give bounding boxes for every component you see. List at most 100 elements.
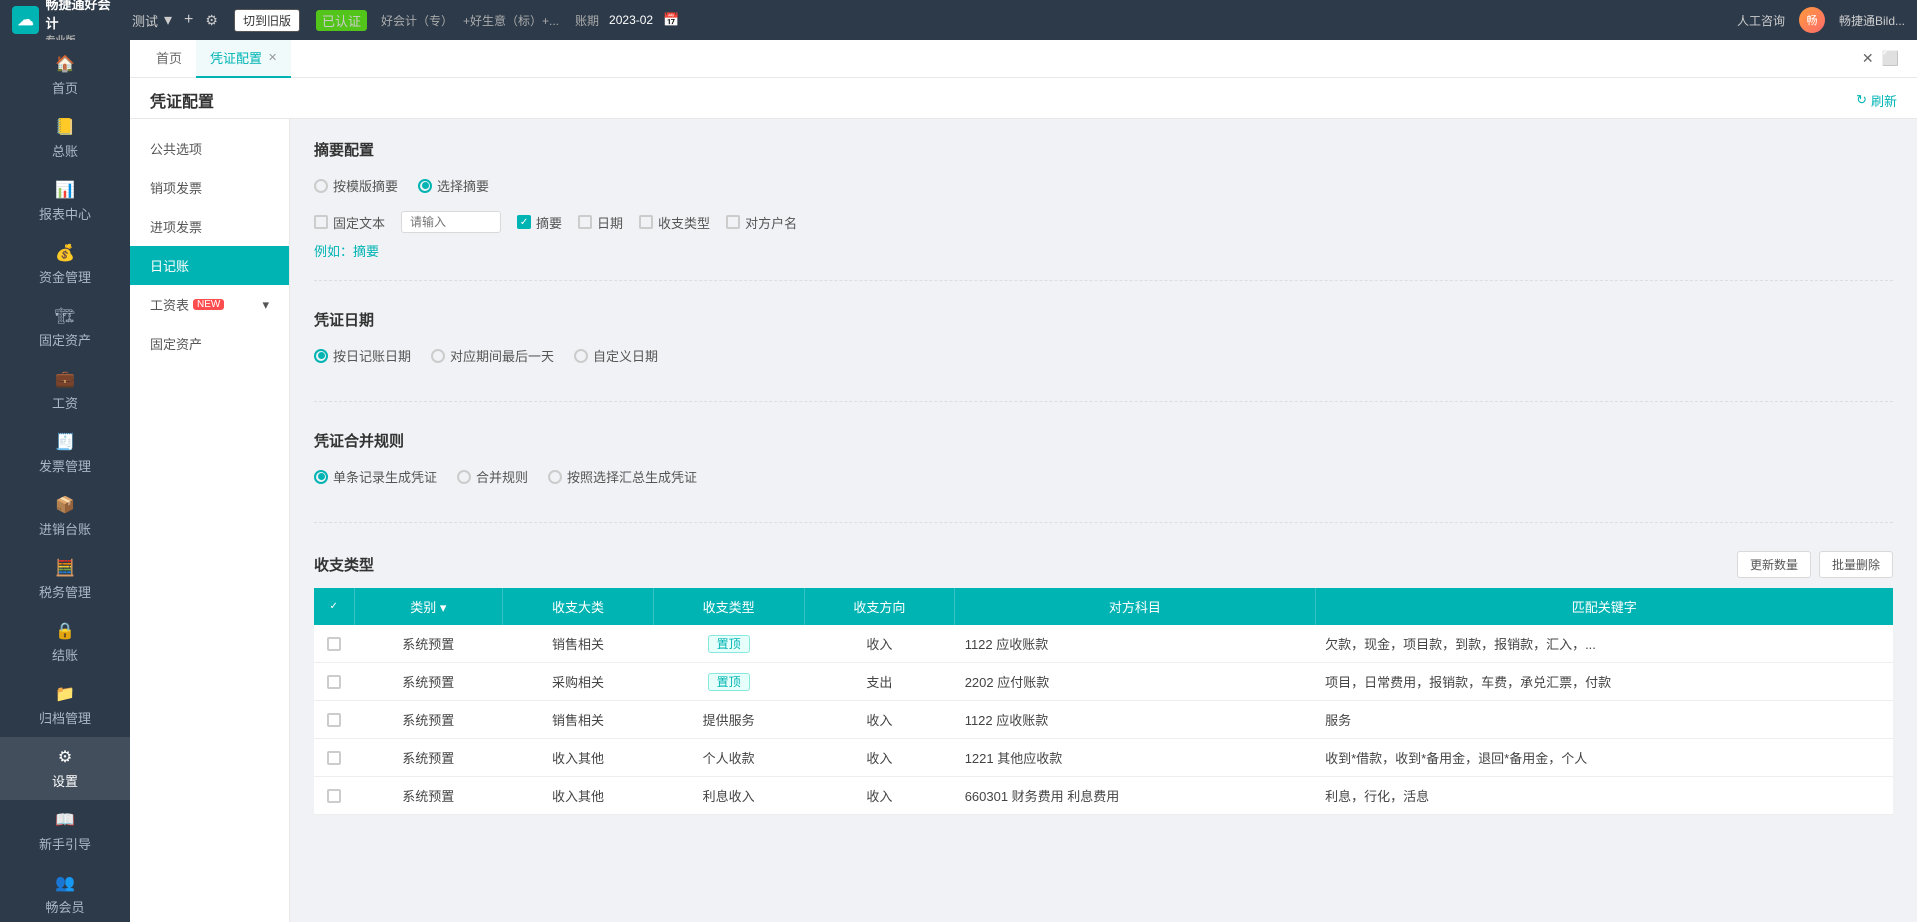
page-header: 凭证配置 ↻ 刷新: [130, 78, 1917, 119]
voucher-date-section: 凭证日期 按日记账日期 对应期间最后一天 自定义日期: [314, 309, 1893, 402]
sidebar-item-invoice-mgmt[interactable]: 🧾 发票管理: [0, 422, 130, 485]
sidebar-item-archive[interactable]: 📁 归档管理: [0, 674, 130, 737]
radio-merge[interactable]: 合并规则: [457, 467, 528, 486]
window-maximize-icon[interactable]: ⬜: [1882, 50, 1899, 67]
sidebar-label-ledger: 总账: [52, 141, 78, 160]
sidebar-item-member[interactable]: 👥 畅会员: [0, 863, 130, 922]
payroll-expand-icon: ▾: [262, 297, 269, 313]
sidebar-label-reports: 报表中心: [39, 204, 91, 223]
radio-circle-period-last: [431, 349, 445, 363]
income-type-section: 收支类型 更新数量 批量删除 ✓: [314, 551, 1893, 815]
accounting-label: 好会计（专）: [381, 12, 453, 29]
calendar-icon[interactable]: 📅: [663, 12, 679, 28]
checkbox-type[interactable]: 收支类型: [639, 213, 710, 232]
row-check-1[interactable]: [327, 675, 341, 689]
sidebar-item-settings[interactable]: ⚙ 设置: [0, 737, 130, 800]
checkbox-label-type: 收支类型: [658, 213, 710, 232]
row-major-3: 收入其他: [503, 739, 654, 777]
ledger-icon: 📒: [55, 117, 75, 137]
switch-version-btn[interactable]: 切到旧版: [234, 9, 300, 32]
window-close-icon[interactable]: ✕: [1862, 50, 1874, 67]
row-checkbox-1[interactable]: [314, 663, 354, 701]
nav-item-fixed-assets[interactable]: 固定资产: [130, 324, 289, 363]
nav-label-purchase-invoice: 进项发票: [150, 217, 202, 236]
fixed-text-input[interactable]: [401, 211, 501, 233]
refresh-button[interactable]: ↻ 刷新: [1856, 91, 1897, 110]
checkbox-summary[interactable]: ✓ 摘要: [517, 213, 562, 232]
sidebar-item-guide[interactable]: 📖 新手引导: [0, 800, 130, 863]
radio-label-period-last: 对应期间最后一天: [450, 346, 554, 365]
col-account-label: 对方科目: [1109, 600, 1161, 615]
radio-select-summary[interactable]: 选择摘要: [418, 176, 489, 195]
example-label: 例如：摘要: [314, 244, 379, 259]
nav-item-purchase-invoice[interactable]: 进项发票: [130, 207, 289, 246]
batch-delete-btn[interactable]: 批量删除: [1819, 551, 1893, 578]
sidebar-item-home[interactable]: 🏠 首页: [0, 44, 130, 107]
tab-home[interactable]: 首页: [142, 40, 196, 78]
type-tag-0[interactable]: 置顶: [708, 635, 750, 653]
radio-period-last[interactable]: 对应期间最后一天: [431, 346, 554, 365]
sidebar-label-funds: 资金管理: [39, 267, 91, 286]
nav-item-journal[interactable]: 日记账: [130, 246, 289, 285]
checkbox-counterparty[interactable]: 对方户名: [726, 213, 797, 232]
row-checkbox-2[interactable]: [314, 701, 354, 739]
row-account-0: 1122 应收账款: [955, 625, 1315, 663]
funds-icon: 💰: [55, 243, 75, 263]
radio-label-summary-generate: 按照选择汇总生成凭证: [567, 467, 697, 486]
row-checkbox-4[interactable]: [314, 777, 354, 815]
sidebar-item-funds[interactable]: 💰 资金管理: [0, 233, 130, 296]
row-direction-3: 收入: [804, 739, 955, 777]
support-label[interactable]: 人工咨询: [1737, 12, 1785, 29]
checkbox-box-date: [578, 215, 592, 229]
row-keywords-2: 服务: [1315, 701, 1893, 739]
th-keywords: 匹配关键字: [1315, 588, 1893, 625]
sidebar-item-salary[interactable]: 💼 工资: [0, 359, 130, 422]
radio-journal-date[interactable]: 按日记账日期: [314, 346, 411, 365]
row-major-0: 销售相关: [503, 625, 654, 663]
row-direction-1: 支出: [804, 663, 955, 701]
tab-close-icon[interactable]: ✕: [268, 51, 277, 64]
guide-icon: 📖: [55, 810, 75, 830]
nav-item-payroll[interactable]: 工资表 NEW ▾: [130, 285, 289, 324]
row-check-0[interactable]: [327, 637, 341, 651]
radio-template-summary[interactable]: 按模版摘要: [314, 176, 398, 195]
row-check-4[interactable]: [327, 789, 341, 803]
sidebar-item-reports[interactable]: 📊 报表中心: [0, 170, 130, 233]
summary-config-section: 摘要配置 按模版摘要 选择摘要: [314, 139, 1893, 281]
radio-circle-select: [418, 179, 432, 193]
voucher-date-radio-group: 按日记账日期 对应期间最后一天 自定义日期: [314, 346, 1893, 365]
add-icon[interactable]: +: [184, 11, 193, 29]
nav-item-public[interactable]: 公共选项: [130, 129, 289, 168]
tab-voucher-config-label: 凭证配置: [210, 48, 262, 67]
select-all-checkbox[interactable]: ✓: [327, 600, 341, 614]
avatar[interactable]: 畅: [1799, 7, 1825, 33]
tab-bar: 首页 凭证配置 ✕ ✕ ⬜: [130, 40, 1917, 78]
settings-icon[interactable]: ⚙: [205, 12, 218, 29]
sidebar-item-assets[interactable]: 🏗 固定资产: [0, 296, 130, 359]
row-checkbox-0[interactable]: [314, 625, 354, 663]
th-checkbox: ✓: [314, 588, 354, 625]
row-account-4: 660301 财务费用 利息费用: [955, 777, 1315, 815]
row-check-2[interactable]: [327, 713, 341, 727]
tab-voucher-config[interactable]: 凭证配置 ✕: [196, 40, 291, 78]
row-keywords-3: 收到*借款，收到*备用金，退回*备用金，个人: [1315, 739, 1893, 777]
row-checkbox-3[interactable]: [314, 739, 354, 777]
sidebar-item-purchase[interactable]: 📦 进销台账: [0, 485, 130, 548]
radio-summary-generate[interactable]: 按照选择汇总生成凭证: [548, 467, 697, 486]
checkbox-fixed-text[interactable]: 固定文本: [314, 213, 385, 232]
topbar-company: 测试 ▾ + ⚙ 切到旧版 已认证 好会计（专） +好生意（标）+... 账期 …: [122, 9, 1717, 32]
radio-custom-date[interactable]: 自定义日期: [574, 346, 658, 365]
type-tag-1[interactable]: 置顶: [708, 673, 750, 691]
row-major-2: 销售相关: [503, 701, 654, 739]
company-dropdown-icon[interactable]: ▾: [164, 10, 172, 30]
assets-icon: 🏗: [55, 306, 75, 326]
sidebar-item-tax[interactable]: 🧮 税务管理: [0, 548, 130, 611]
sidebar-item-ledger[interactable]: 📒 总账: [0, 107, 130, 170]
checkbox-date[interactable]: 日期: [578, 213, 623, 232]
sidebar-item-closing[interactable]: 🔒 结账: [0, 611, 130, 674]
radio-single[interactable]: 单条记录生成凭证: [314, 467, 437, 486]
update-count-btn[interactable]: 更新数量: [1737, 551, 1811, 578]
nav-item-sales-invoice[interactable]: 销项发票: [130, 168, 289, 207]
table-row: 系统预置 收入其他 个人收款 收入 1221 其他应收款 收到*借款，收到*备用…: [314, 739, 1893, 777]
row-check-3[interactable]: [327, 751, 341, 765]
